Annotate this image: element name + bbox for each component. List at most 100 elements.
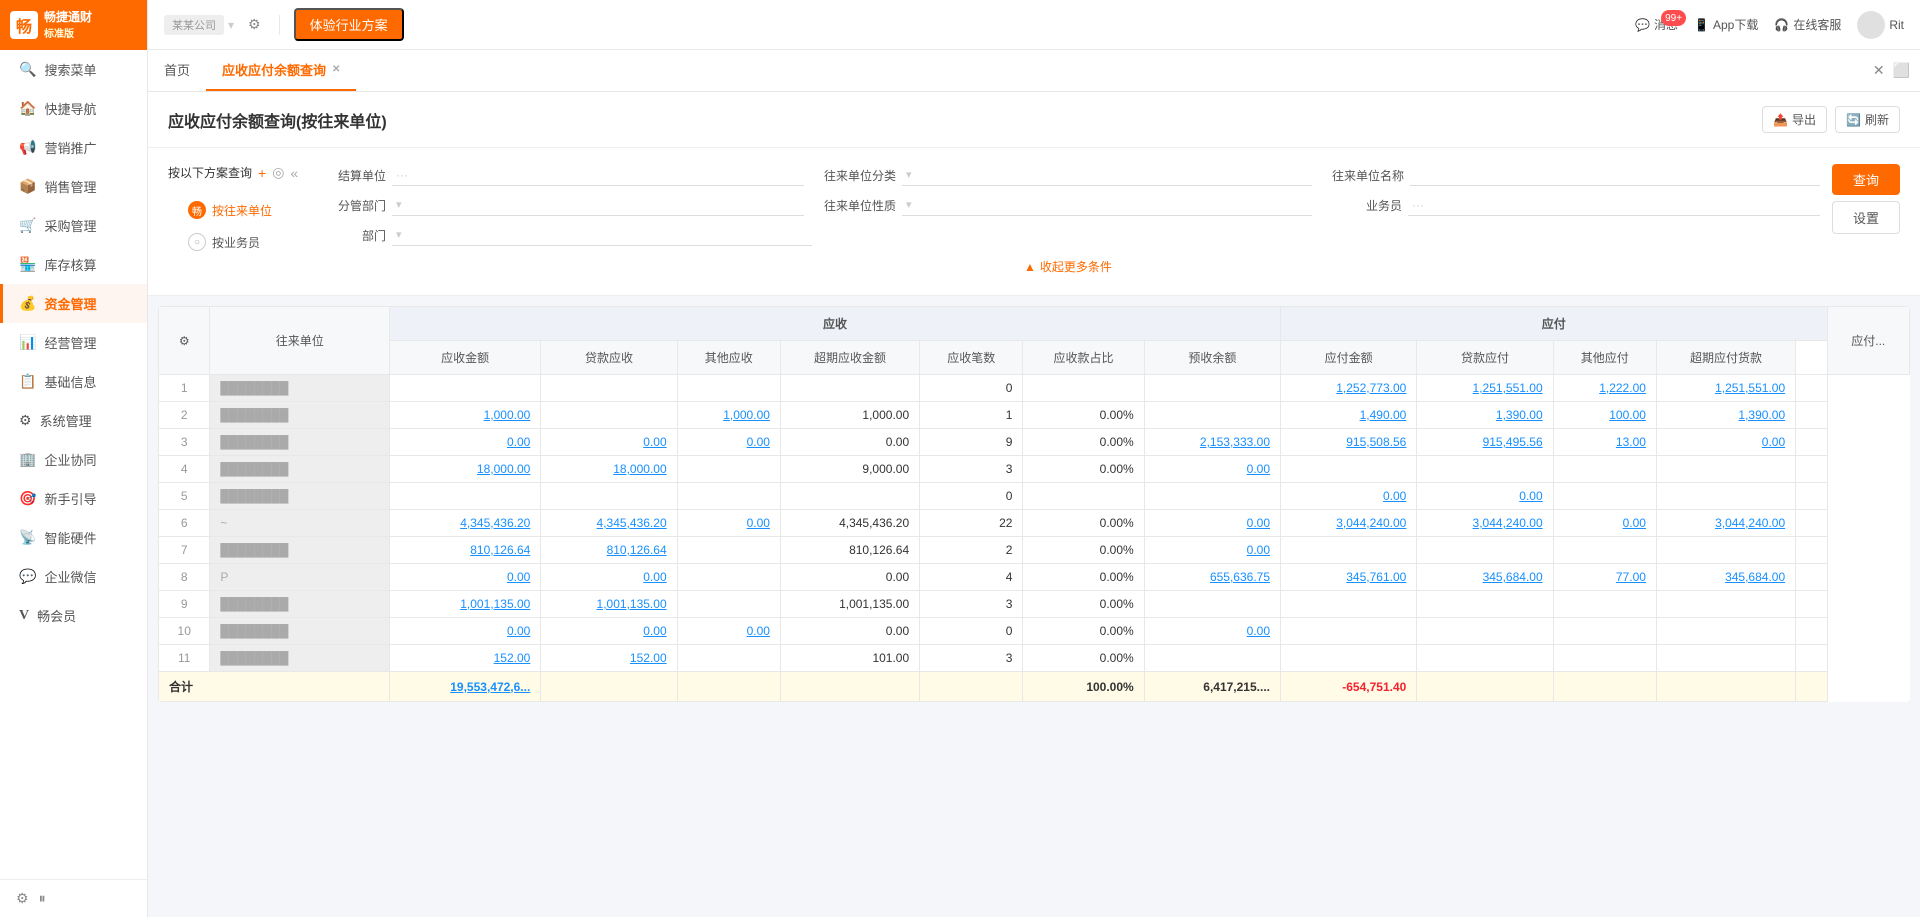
tab-close-window-icon[interactable]: ✕ — [1873, 62, 1885, 79]
promo-button[interactable]: 体验行业方案 — [294, 8, 404, 41]
other_payable-cell[interactable]: 100.00 — [1553, 402, 1656, 429]
breadcrumb: 某某公司 ▾ — [164, 15, 234, 35]
sidebar-item-smart-hw[interactable]: 📡 智能硬件 — [0, 518, 147, 557]
overdue_payable-cell[interactable]: 1,390.00 — [1656, 402, 1795, 429]
receivable_amount-cell[interactable]: 0.00 — [390, 429, 541, 456]
receivable_amount-cell[interactable]: 1,001,135.00 — [390, 591, 541, 618]
sidebar-item-purchase[interactable]: 🛒 采购管理 — [0, 206, 147, 245]
overdue_payable-cell[interactable]: 3,044,240.00 — [1656, 510, 1795, 537]
sidebar-item-marketing[interactable]: 📢 营销推广 — [0, 128, 147, 167]
salesperson-input[interactable]: ··· — [1408, 194, 1820, 216]
payable_amount-cell[interactable]: 1,252,773.00 — [1281, 375, 1417, 402]
other_payable-cell[interactable]: 13.00 — [1553, 429, 1656, 456]
tab-ar-ap-query[interactable]: 应收应付余额查询 ✕ — [206, 50, 356, 91]
other_receivable-cell[interactable]: 0.00 — [677, 618, 780, 645]
tab-home[interactable]: 首页 — [148, 50, 206, 91]
bottom-collapse-icon[interactable]: ⏸ — [39, 890, 46, 907]
loan_receivable-cell[interactable]: 18,000.00 — [541, 456, 677, 483]
app-download-button[interactable]: 📱 App下载 — [1694, 16, 1758, 33]
payable_amount-cell[interactable]: 345,761.00 — [1281, 564, 1417, 591]
plan-by-unit[interactable]: 畅 按往来单位 — [188, 197, 316, 223]
loan_receivable-cell[interactable]: 810,126.64 — [541, 537, 677, 564]
sidebar-item-system[interactable]: ⚙ 系统管理 — [0, 401, 147, 440]
partner-nature-input[interactable]: ▾ — [902, 194, 1312, 216]
loan_receivable-cell[interactable]: 4,345,436.20 — [541, 510, 677, 537]
overdue_payable-cell[interactable]: 0.00 — [1656, 429, 1795, 456]
other_receivable-cell[interactable]: 0.00 — [677, 429, 780, 456]
prepaid_balance-cell[interactable]: 0.00 — [1144, 618, 1280, 645]
sidebar-item-sales[interactable]: 📦 销售管理 — [0, 167, 147, 206]
partner-category-input[interactable]: ▾ — [902, 164, 1312, 186]
loan_receivable-cell[interactable]: 0.00 — [541, 618, 677, 645]
loan_receivable-cell[interactable]: 1,001,135.00 — [541, 591, 677, 618]
receivable_amount-cell[interactable]: 18,000.00 — [390, 456, 541, 483]
receivable_amount-cell[interactable]: 1,000.00 — [390, 402, 541, 429]
sidebar-item-member[interactable]: V 畅会员 — [0, 596, 147, 635]
filter-target-icon[interactable]: ◎ — [272, 164, 284, 181]
payable_amount-cell[interactable]: 0.00 — [1281, 483, 1417, 510]
loan_receivable-cell[interactable]: 152.00 — [541, 645, 677, 672]
bottom-settings-icon[interactable]: ⚙ — [16, 890, 29, 907]
loan_receivable-cell[interactable]: 0.00 — [541, 564, 677, 591]
sidebar-item-base-info[interactable]: 📋 基础信息 — [0, 362, 147, 401]
loan_payable-cell[interactable]: 915,495.56 — [1417, 429, 1553, 456]
loan_payable-cell[interactable]: 3,044,240.00 — [1417, 510, 1553, 537]
other_receivable-cell[interactable]: 1,000.00 — [677, 402, 780, 429]
other_payable-cell[interactable]: 77.00 — [1553, 564, 1656, 591]
prepaid_balance-cell[interactable]: 0.00 — [1144, 537, 1280, 564]
other_receivable-cell[interactable]: 0.00 — [677, 510, 780, 537]
messages-button[interactable]: 💬 消息 99+ — [1635, 16, 1678, 33]
sidebar-item-newbie[interactable]: 🎯 新手引导 — [0, 479, 147, 518]
sidebar-item-search-menu[interactable]: 🔍 搜索菜单 — [0, 50, 147, 89]
export-button[interactable]: 📤 导出 — [1762, 106, 1827, 133]
filter-back-icon[interactable]: « — [290, 165, 298, 181]
settings-button[interactable]: 设置 — [1832, 201, 1900, 234]
prepaid_balance-cell[interactable]: 2,153,333.00 — [1144, 429, 1280, 456]
query-button[interactable]: 查询 — [1832, 164, 1900, 195]
tab-maximize-icon[interactable]: ⬜ — [1893, 62, 1910, 79]
prepaid_balance-cell[interactable]: 655,636.75 — [1144, 564, 1280, 591]
receivable_amount-cell[interactable]: 0.00 — [390, 618, 541, 645]
receivable_amount-cell[interactable]: 810,126.64 — [390, 537, 541, 564]
loan_payable-cell[interactable]: 0.00 — [1417, 483, 1553, 510]
header-gear-icon[interactable]: ⚙ — [248, 16, 261, 33]
loan_payable-cell[interactable]: 1,390.00 — [1417, 402, 1553, 429]
loan_receivable-cell[interactable]: 0.00 — [541, 429, 677, 456]
payable_amount-cell[interactable]: 3,044,240.00 — [1281, 510, 1417, 537]
receivable_amount-cell[interactable]: 152.00 — [390, 645, 541, 672]
th-settings[interactable]: ⚙ — [159, 307, 210, 375]
partner-cell: ████████ — [210, 456, 390, 483]
other_payable-cell[interactable]: 0.00 — [1553, 510, 1656, 537]
sidebar-item-finance[interactable]: 💰 资金管理 — [0, 284, 147, 323]
user-menu[interactable]: Rit — [1857, 11, 1904, 39]
department-input[interactable]: ▾ — [392, 224, 812, 246]
other_payable-cell[interactable]: 1,222.00 — [1553, 375, 1656, 402]
refresh-button[interactable]: 🔄 刷新 — [1835, 106, 1900, 133]
ap-suffix-cell — [1796, 510, 1827, 537]
prepaid_balance-cell[interactable]: 0.00 — [1144, 510, 1280, 537]
sidebar-item-business[interactable]: 📊 经营管理 — [0, 323, 147, 362]
payable_amount-cell[interactable]: 915,508.56 — [1281, 429, 1417, 456]
receivable_amount-cell[interactable]: 0.00 — [390, 564, 541, 591]
overdue_payable-cell[interactable]: 1,251,551.00 — [1656, 375, 1795, 402]
sidebar-item-wechat[interactable]: 💬 企业微信 — [0, 557, 147, 596]
online-service-button[interactable]: 🎧 在线客服 — [1774, 16, 1841, 33]
tab-close-icon[interactable]: ✕ — [332, 64, 340, 75]
filter-add-icon[interactable]: + — [258, 165, 266, 181]
prepaid_balance-cell[interactable]: 0.00 — [1144, 456, 1280, 483]
total-receivable-amount[interactable]: 19,553,472,6... — [390, 672, 541, 702]
settlement-unit-input[interactable]: ··· — [392, 164, 804, 186]
partner-name-input[interactable] — [1410, 164, 1820, 186]
dept-manager-input[interactable]: ▾ — [392, 194, 804, 216]
sidebar-item-enterprise[interactable]: 🏢 企业协同 — [0, 440, 147, 479]
loan_payable-cell[interactable]: 1,251,551.00 — [1417, 375, 1553, 402]
loan_payable-cell[interactable]: 345,684.00 — [1417, 564, 1553, 591]
tab-home-label: 首页 — [164, 60, 190, 79]
payable_amount-cell[interactable]: 1,490.00 — [1281, 402, 1417, 429]
collapse-button[interactable]: ▲ 收起更多条件 — [1024, 254, 1112, 279]
sidebar-item-quick-nav[interactable]: 🏠 快捷导航 — [0, 89, 147, 128]
plan-by-staff[interactable]: ○ 按业务员 — [188, 229, 316, 255]
receivable_amount-cell[interactable]: 4,345,436.20 — [390, 510, 541, 537]
overdue_payable-cell[interactable]: 345,684.00 — [1656, 564, 1795, 591]
sidebar-item-inventory[interactable]: 🏪 库存核算 — [0, 245, 147, 284]
